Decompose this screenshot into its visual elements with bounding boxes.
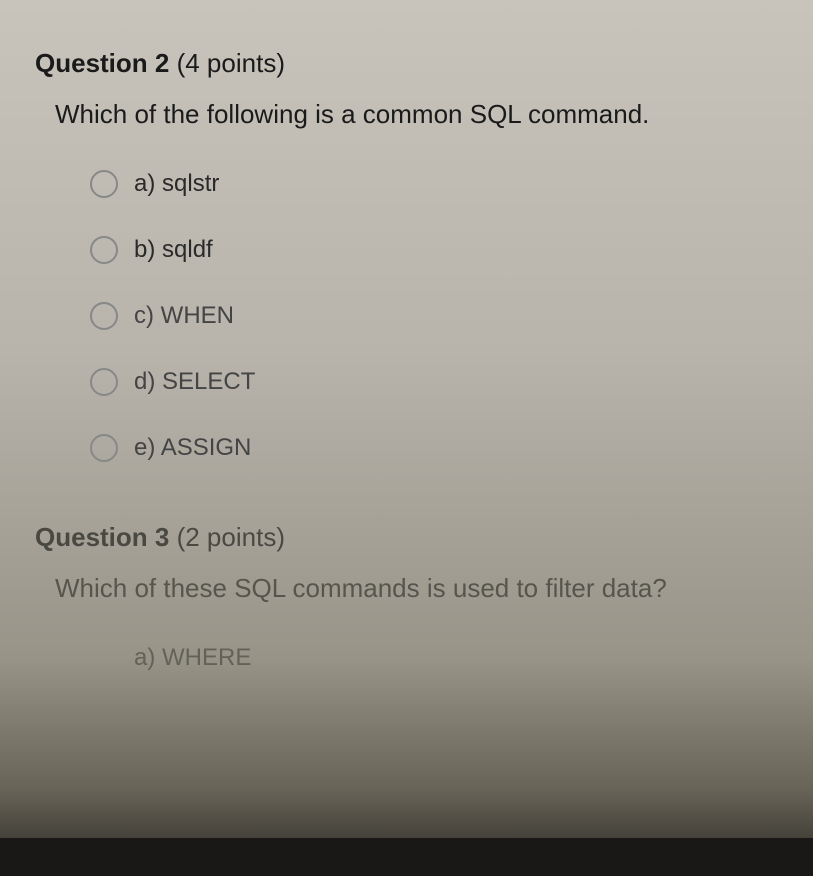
radio-icon — [90, 170, 118, 198]
radio-icon — [90, 236, 118, 264]
question-2-header: Question 2 (4 points) — [35, 48, 778, 79]
question-2-points: (4 points) — [177, 48, 285, 78]
question-2-block: Question 2 (4 points) Which of the follo… — [35, 48, 778, 462]
option-c[interactable]: c) WHEN — [90, 302, 778, 330]
question-3-options: a) WHERE — [35, 644, 778, 672]
question-3-header: Question 3 (2 points) — [35, 522, 778, 553]
option-a[interactable]: a) sqlstr — [90, 170, 778, 198]
bottom-bar — [0, 838, 813, 876]
question-3-points: (2 points) — [177, 522, 285, 552]
question-2-label: Question 2 — [35, 48, 169, 78]
option-d[interactable]: d) SELECT — [90, 368, 778, 396]
question-3-label: Question 3 — [35, 522, 169, 552]
option-a-label: a) WHERE — [90, 644, 251, 672]
radio-icon — [90, 434, 118, 462]
question-2-text: Which of the following is a common SQL c… — [35, 99, 778, 130]
option-a-label: a) sqlstr — [134, 170, 219, 198]
option-b-label: b) sqldf — [134, 236, 213, 264]
question-3-block: Question 3 (2 points) Which of these SQL… — [35, 522, 778, 672]
option-d-label: d) SELECT — [134, 368, 255, 396]
question-3-text: Which of these SQL commands is used to f… — [35, 573, 778, 604]
radio-icon — [90, 302, 118, 330]
option-e[interactable]: e) ASSIGN — [90, 434, 778, 462]
option-a[interactable]: a) WHERE — [90, 644, 778, 672]
radio-icon — [90, 368, 118, 396]
question-2-options: a) sqlstr b) sqldf c) WHEN d) SELECT — [35, 170, 778, 462]
option-c-label: c) WHEN — [134, 302, 234, 330]
option-b[interactable]: b) sqldf — [90, 236, 778, 264]
option-e-label: e) ASSIGN — [134, 434, 251, 462]
